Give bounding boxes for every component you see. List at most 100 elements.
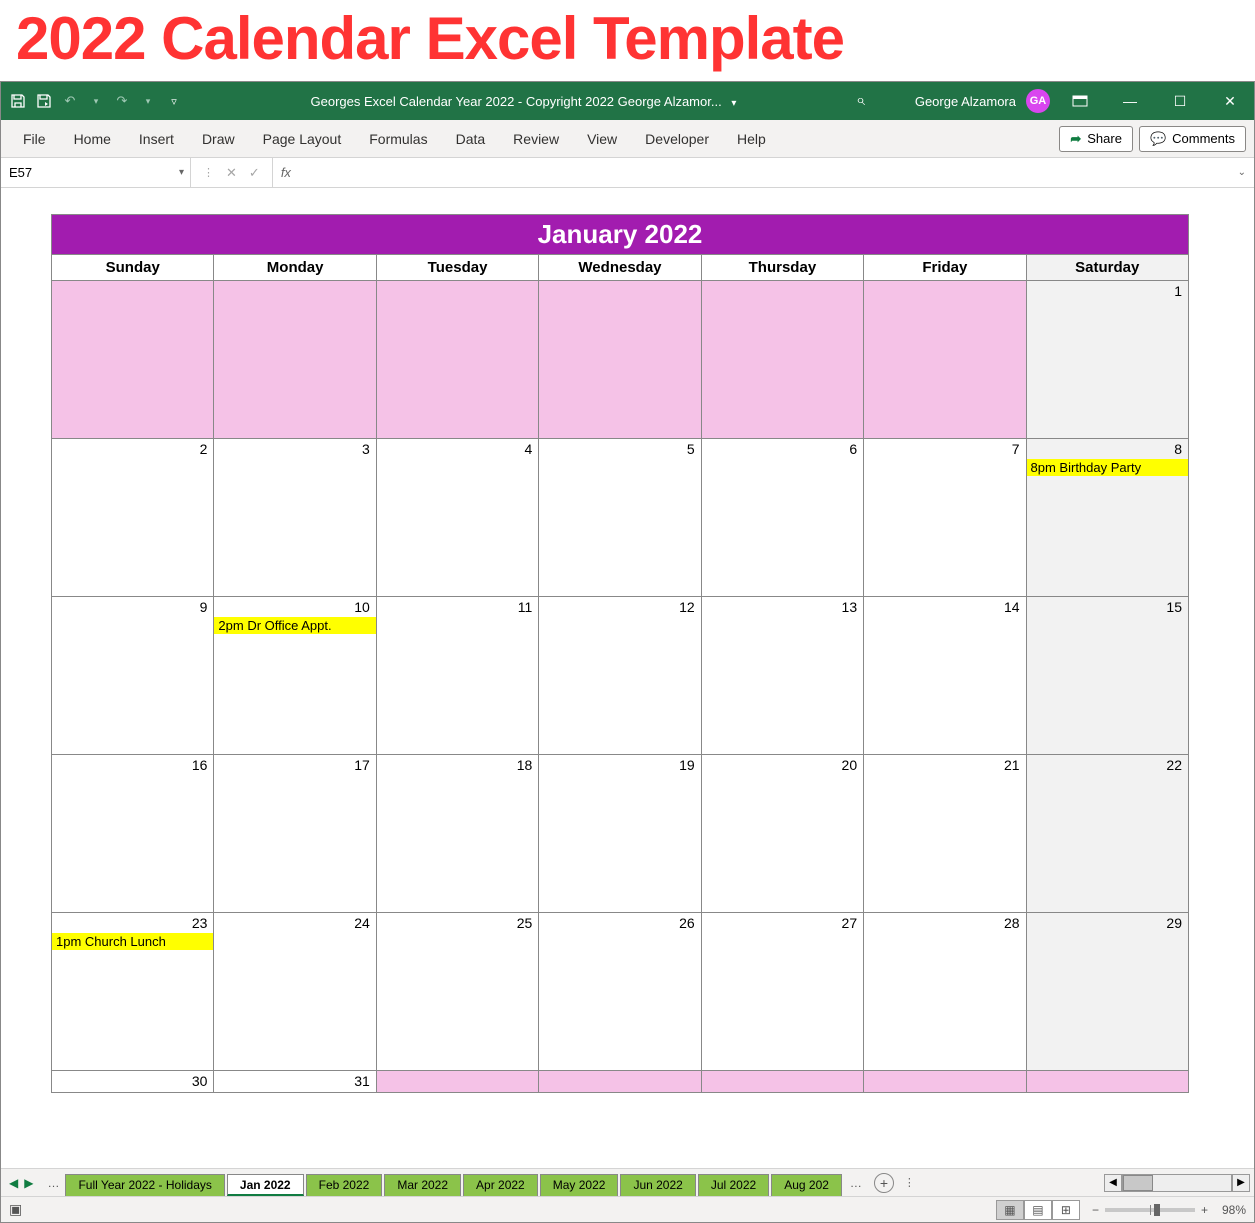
calendar-day-cell[interactable] <box>701 281 863 439</box>
calendar-day-cell[interactable] <box>701 1071 863 1093</box>
record-macro-icon[interactable]: ▣ <box>9 1201 22 1218</box>
calendar-day-cell[interactable]: 13 <box>701 597 863 755</box>
tab-nav-last-icon[interactable]: … <box>844 1176 868 1190</box>
calendar-day-cell[interactable]: 18 <box>376 755 538 913</box>
calendar-day-cell[interactable]: 5 <box>539 439 701 597</box>
add-sheet-button[interactable]: + <box>874 1173 894 1193</box>
formula-expand-icon[interactable]: ⌄ <box>1230 167 1254 178</box>
view-normal-icon[interactable]: ▦ <box>996 1200 1024 1220</box>
sheet-tab[interactable]: May 2022 <box>540 1174 619 1196</box>
view-page-break-icon[interactable]: ⊞ <box>1052 1200 1080 1220</box>
sheet-tab[interactable]: Full Year 2022 - Holidays <box>65 1174 224 1196</box>
zoom-slider[interactable]: − + 98% <box>1092 1203 1246 1217</box>
calendar-day-cell[interactable]: 231pm Church Lunch <box>52 913 214 1071</box>
name-box-dropdown-icon[interactable]: ▾ <box>179 167 184 178</box>
calendar-day-cell[interactable]: 29 <box>1026 913 1188 1071</box>
ribbon-tab-review[interactable]: Review <box>499 120 573 158</box>
calendar-day-cell[interactable]: 14 <box>864 597 1026 755</box>
ribbon-tab-help[interactable]: Help <box>723 120 780 158</box>
formula-input[interactable] <box>299 158 1230 187</box>
comments-button[interactable]: 💬 Comments <box>1139 126 1246 152</box>
calendar-day-cell[interactable]: 6 <box>701 439 863 597</box>
calendar-event[interactable]: 8pm Birthday Party <box>1027 459 1188 476</box>
zoom-level[interactable]: 98% <box>1222 1203 1246 1217</box>
share-button[interactable]: ➦ Share <box>1059 126 1133 152</box>
cancel-formula-icon[interactable]: ✕ <box>226 165 237 181</box>
calendar-day-cell[interactable] <box>214 281 376 439</box>
calendar-day-cell[interactable]: 2 <box>52 439 214 597</box>
calendar-event[interactable]: 1pm Church Lunch <box>52 933 213 950</box>
calendar-day-cell[interactable]: 4 <box>376 439 538 597</box>
calendar-day-cell[interactable] <box>376 1071 538 1093</box>
calendar-day-cell[interactable]: 88pm Birthday Party <box>1026 439 1188 597</box>
accept-formula-icon[interactable]: ✓ <box>249 165 260 181</box>
calendar-day-cell[interactable]: 21 <box>864 755 1026 913</box>
ribbon-tab-view[interactable]: View <box>573 120 631 158</box>
calendar-day-cell[interactable]: 11 <box>376 597 538 755</box>
qat-customize-icon[interactable]: ▿ <box>165 92 183 110</box>
calendar-day-cell[interactable]: 7 <box>864 439 1026 597</box>
title-dropdown-icon[interactable]: ▾ <box>731 98 736 109</box>
calendar-day-cell[interactable]: 27 <box>701 913 863 1071</box>
horizontal-scrollbar[interactable]: ◀ ▶ <box>1104 1174 1250 1192</box>
avatar[interactable]: GA <box>1026 89 1050 113</box>
hscroll-track[interactable] <box>1122 1174 1232 1192</box>
hscroll-thumb[interactable] <box>1123 1175 1153 1191</box>
sheet-tab[interactable]: Jun 2022 <box>620 1174 695 1196</box>
worksheet-area[interactable]: January 2022 Sunday Monday Tuesday Wedne… <box>1 188 1254 1168</box>
tab-nav-next-icon[interactable]: ▶ <box>22 1176 35 1190</box>
calendar-day-cell[interactable]: 20 <box>701 755 863 913</box>
calendar-day-cell[interactable]: 25 <box>376 913 538 1071</box>
hscroll-right-icon[interactable]: ▶ <box>1232 1174 1250 1192</box>
calendar-day-cell[interactable] <box>539 1071 701 1093</box>
calendar-day-cell[interactable]: 22 <box>1026 755 1188 913</box>
view-page-layout-icon[interactable]: ▤ <box>1024 1200 1052 1220</box>
calendar-day-cell[interactable]: 1 <box>1026 281 1188 439</box>
ribbon-display-icon[interactable] <box>1060 82 1100 120</box>
calendar-day-cell[interactable]: 28 <box>864 913 1026 1071</box>
sheet-tab[interactable]: Jan 2022 <box>227 1174 304 1196</box>
ribbon-tab-home[interactable]: Home <box>60 120 125 158</box>
sheet-tab[interactable]: Aug 202 <box>771 1174 842 1196</box>
tab-nav-prev-icon[interactable]: ◀ <box>7 1176 20 1190</box>
calendar-day-cell[interactable]: 16 <box>52 755 214 913</box>
hscroll-left-icon[interactable]: ◀ <box>1104 1174 1122 1192</box>
ribbon-tab-developer[interactable]: Developer <box>631 120 723 158</box>
calendar-day-cell[interactable]: 26 <box>539 913 701 1071</box>
undo-dropdown-icon[interactable]: ▾ <box>87 92 105 110</box>
formula-options-icon[interactable]: ⋮ <box>203 166 214 179</box>
ribbon-tab-file[interactable]: File <box>9 120 60 158</box>
zoom-track[interactable] <box>1105 1208 1195 1212</box>
sheet-tab[interactable]: Feb 2022 <box>306 1174 383 1196</box>
calendar-day-cell[interactable]: 3 <box>214 439 376 597</box>
calendar-day-cell[interactable] <box>1026 1071 1188 1093</box>
zoom-thumb[interactable] <box>1154 1204 1160 1216</box>
search-icon[interactable]: ⌕ <box>856 92 865 110</box>
calendar-event[interactable]: 2pm Dr Office Appt. <box>214 617 375 634</box>
calendar-day-cell[interactable]: 15 <box>1026 597 1188 755</box>
redo-icon[interactable]: ↷ <box>113 92 131 110</box>
save-icon[interactable] <box>9 92 27 110</box>
ribbon-tab-insert[interactable]: Insert <box>125 120 188 158</box>
tab-nav-first-icon[interactable]: … <box>41 1176 65 1190</box>
calendar-day-cell[interactable]: 102pm Dr Office Appt. <box>214 597 376 755</box>
sheet-tab[interactable]: Mar 2022 <box>384 1174 461 1196</box>
ribbon-tab-data[interactable]: Data <box>442 120 500 158</box>
autosave-icon[interactable] <box>35 92 53 110</box>
calendar-day-cell[interactable] <box>539 281 701 439</box>
ribbon-tab-draw[interactable]: Draw <box>188 120 249 158</box>
calendar-day-cell[interactable] <box>864 281 1026 439</box>
calendar-day-cell[interactable] <box>376 281 538 439</box>
calendar-day-cell[interactable]: 31 <box>214 1071 376 1093</box>
calendar-day-cell[interactable]: 9 <box>52 597 214 755</box>
maximize-icon[interactable]: ☐ <box>1160 82 1200 120</box>
ribbon-tab-formulas[interactable]: Formulas <box>355 120 441 158</box>
undo-icon[interactable]: ↶ <box>61 92 79 110</box>
calendar-day-cell[interactable]: 17 <box>214 755 376 913</box>
name-box[interactable]: E57 ▾ <box>1 158 191 187</box>
calendar-day-cell[interactable]: 30 <box>52 1071 214 1093</box>
sheet-tab[interactable]: Apr 2022 <box>463 1174 538 1196</box>
zoom-out-icon[interactable]: − <box>1092 1203 1099 1217</box>
calendar-day-cell[interactable] <box>864 1071 1026 1093</box>
redo-dropdown-icon[interactable]: ▾ <box>139 92 157 110</box>
